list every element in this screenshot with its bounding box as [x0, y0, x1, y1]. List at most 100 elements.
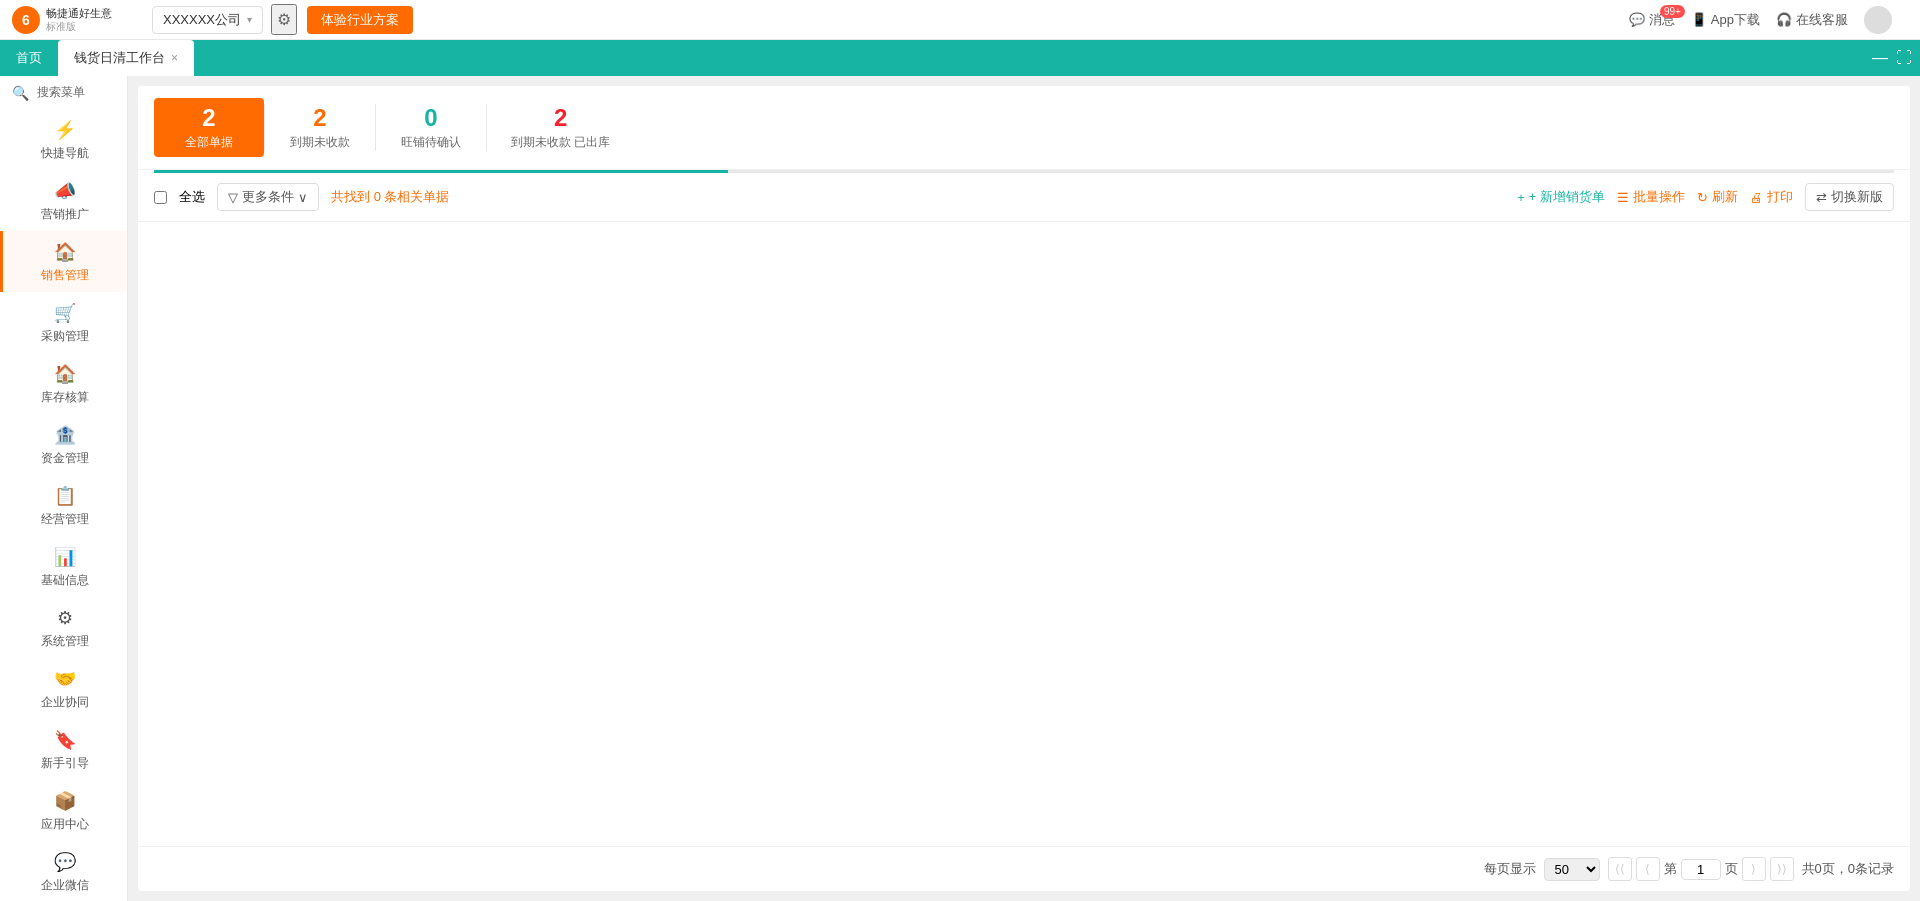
top-right-area: 💬 消息 99+ 📱 App下载 🎧 在线客服 [1629, 6, 1908, 34]
card-all[interactable]: 2 全部单据 [154, 98, 264, 157]
finance-label: 资金管理 [41, 450, 89, 467]
card-pending[interactable]: 0 旺铺待确认 [376, 98, 486, 157]
next-page-button[interactable]: ⟩ [1742, 857, 1766, 881]
sidebar-item-operations[interactable]: 📋 经营管理 [0, 475, 127, 536]
search-menu-label: 搜索菜单 [37, 84, 85, 101]
online-service-button[interactable]: 🎧 在线客服 [1776, 11, 1848, 29]
inventory-icon: 🏠 [54, 363, 76, 385]
search-icon: 🔍 [12, 85, 29, 101]
sales-label: 销售管理 [41, 267, 89, 284]
card-overdue[interactable]: 2 到期未收款 [265, 98, 375, 157]
enterprise-icon: 🤝 [54, 668, 76, 690]
batch-label: 批量操作 [1633, 188, 1685, 206]
sidebar-item-enterprise[interactable]: 🤝 企业协同 [0, 658, 127, 719]
basic-info-icon: 📊 [54, 546, 76, 568]
operations-icon: 📋 [54, 485, 76, 507]
service-label: 在线客服 [1796, 11, 1848, 29]
sidebar-item-basic-info[interactable]: 📊 基础信息 [0, 536, 127, 597]
quick-nav-icon: ⚡ [54, 119, 76, 141]
settings-button[interactable]: ⚙ [271, 4, 297, 35]
toolbar-right: + + 新增销货单 ☰ 批量操作 ↻ 刷新 🖨 打印 [1517, 183, 1894, 211]
logo-title: 畅捷通好生意 [46, 6, 112, 20]
service-icon: 🎧 [1776, 12, 1792, 27]
try-plan-button[interactable]: 体验行业方案 [307, 6, 413, 34]
summary-cards: 2 全部单据 2 到期未收款 0 旺铺待确认 2 到期未收款 已出库 [138, 86, 1910, 170]
last-page-button[interactable]: ⟩⟩ [1770, 857, 1794, 881]
filter-label: 更多条件 [242, 188, 294, 206]
tab-qianhuoriqing[interactable]: 钱货日清工作台 × [58, 40, 194, 76]
nav-tabs: 首页 钱货日清工作台 × — ⛶ [0, 40, 1920, 76]
add-sale-button[interactable]: + + 新增销货单 [1517, 188, 1605, 206]
system-label: 系统管理 [41, 633, 89, 650]
prev-page-button[interactable]: ⟨ [1636, 857, 1660, 881]
sidebar-search[interactable]: 🔍 搜索菜单 [0, 76, 127, 109]
refresh-button[interactable]: ↻ 刷新 [1697, 188, 1738, 206]
print-button[interactable]: 🖨 打印 [1750, 188, 1793, 206]
system-icon: ⚙ [57, 607, 73, 629]
batch-button[interactable]: ☰ 批量操作 [1617, 188, 1685, 206]
message-button[interactable]: 💬 消息 99+ [1629, 11, 1675, 29]
sidebar-item-purchase[interactable]: 🛒 采购管理 [0, 292, 127, 353]
chevron-down-icon: ▾ [247, 14, 252, 25]
card-overdue-label: 到期未收款 [290, 134, 350, 151]
card-shipped[interactable]: 2 到期未收款 已出库 [487, 98, 634, 157]
maximize-icon[interactable]: ⛶ [1896, 49, 1912, 67]
card-shipped-count: 2 [554, 104, 567, 132]
filter-icon: ▽ [228, 190, 238, 205]
tab-home[interactable]: 首页 [0, 40, 58, 76]
close-tab-icon[interactable]: × [171, 51, 178, 65]
guide-icon: 🔖 [54, 729, 76, 751]
minimize-icon[interactable]: — [1872, 49, 1888, 67]
card-all-count: 2 [202, 104, 215, 132]
sidebar-item-finance[interactable]: 🏦 资金管理 [0, 414, 127, 475]
select-all-checkbox[interactable] [154, 191, 167, 204]
top-bar: 6 畅捷通好生意 标准版 XXXXXX公司 ▾ ⚙ 体验行业方案 💬 消息 99… [0, 0, 1920, 40]
content-inner: 2 全部单据 2 到期未收款 0 旺铺待确认 2 到期未收款 已出库 [138, 86, 1910, 891]
sidebar-item-inventory[interactable]: 🏠 库存核算 [0, 353, 127, 414]
sidebar-item-sales[interactable]: 🏠 销售管理 [0, 231, 127, 292]
print-label: 打印 [1767, 188, 1793, 206]
total-records-label: 共0页，0条记录 [1802, 860, 1894, 878]
tab-active-label: 钱货日清工作台 [74, 49, 165, 67]
switch-label: 切换新版 [1831, 188, 1883, 206]
message-badge: 99+ [1660, 5, 1685, 18]
quick-nav-label: 快捷导航 [41, 145, 89, 162]
page-navigation: ⟨⟨ ⟨ 第 页 ⟩ ⟩⟩ [1608, 857, 1794, 881]
logo-area: 6 畅捷通好生意 标准版 [12, 6, 140, 34]
page-suffix: 页 [1725, 860, 1738, 878]
result-number: 0 [374, 189, 381, 204]
sidebar-item-quick-nav[interactable]: ⚡ 快捷导航 [0, 109, 127, 170]
filter-button[interactable]: ▽ 更多条件 ∨ [217, 183, 319, 211]
add-label: + 新增销货单 [1529, 188, 1605, 206]
company-selector[interactable]: XXXXXX公司 ▾ [152, 6, 263, 34]
sidebar-item-app-center[interactable]: 📦 应用中心 [0, 780, 127, 841]
sidebar-item-wechat[interactable]: 💬 企业微信 [0, 841, 127, 901]
sidebar-item-marketing[interactable]: 📣 营销推广 [0, 170, 127, 231]
sidebar-item-system[interactable]: ⚙ 系统管理 [0, 597, 127, 658]
switch-icon: ⇄ [1816, 190, 1827, 205]
inventory-label: 库存核算 [41, 389, 89, 406]
operations-label: 经营管理 [41, 511, 89, 528]
page-input[interactable] [1681, 859, 1721, 880]
sidebar-item-guide[interactable]: 🔖 新手引导 [0, 719, 127, 780]
avatar[interactable] [1864, 6, 1892, 34]
sidebar: 🔍 搜索菜单 ⚡ 快捷导航 📣 营销推广 🏠 销售管理 🛒 采购管理 🏠 库存核… [0, 76, 128, 901]
sales-icon: 🏠 [54, 241, 76, 263]
logo-icon: 6 [12, 6, 40, 34]
message-icon: 💬 [1629, 12, 1645, 27]
card-shipped-label: 到期未收款 已出库 [511, 134, 610, 151]
basic-info-label: 基础信息 [41, 572, 89, 589]
nav-bar-right: — ⛶ [1872, 49, 1920, 67]
app-center-icon: 📦 [54, 790, 76, 812]
select-all-label: 全选 [179, 188, 205, 206]
first-page-button[interactable]: ⟨⟨ [1608, 857, 1632, 881]
marketing-label: 营销推广 [41, 206, 89, 223]
guide-label: 新手引导 [41, 755, 89, 772]
per-page-select[interactable]: 50 10 20 100 [1544, 858, 1600, 881]
switch-version-button[interactable]: ⇄ 切换新版 [1805, 183, 1894, 211]
app-download-button[interactable]: 📱 App下载 [1691, 11, 1760, 29]
refresh-icon: ↻ [1697, 190, 1708, 205]
content-area: 2 全部单据 2 到期未收款 0 旺铺待确认 2 到期未收款 已出库 [128, 76, 1920, 901]
toolbar: 全选 ▽ 更多条件 ∨ 共找到 0 条相关单据 + + 新增销货单 [138, 173, 1910, 222]
enterprise-label: 企业协同 [41, 694, 89, 711]
